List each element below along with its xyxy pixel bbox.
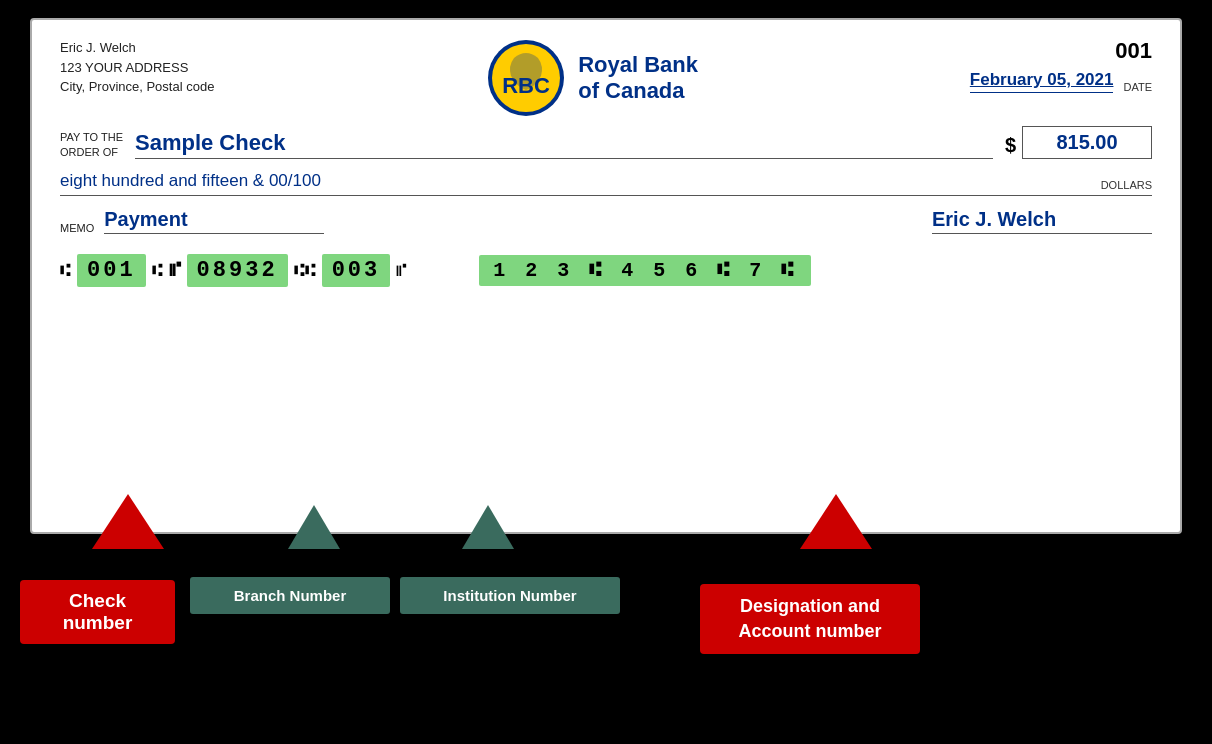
date-label: DATE	[1123, 81, 1152, 93]
memo-label: MEMO	[60, 222, 94, 234]
check-number-arrow	[92, 494, 164, 549]
amount-wrapper: $ 815.00	[1005, 126, 1152, 159]
micr-check-number: 001	[77, 254, 146, 287]
payee-line: Sample Check	[135, 130, 993, 159]
written-amount: eight hundred and fifteen & 00/100	[60, 171, 321, 191]
institution-arrow	[462, 505, 514, 549]
account-holder-address: Eric J. Welch 123 YOUR ADDRESS City, Pro…	[60, 38, 214, 97]
micr-line: ⑆ 001 ⑆ ⑈ 08932 ⑆⑆ 003 ⑈ 1 2 3 ⑆ 4 5 6 ⑆…	[60, 254, 1152, 287]
check-header: Eric J. Welch 123 YOUR ADDRESS City, Pro…	[60, 38, 1152, 118]
dollar-sign: $	[1005, 134, 1016, 157]
micr-branch: 08932	[187, 254, 288, 287]
account-label: Designation andAccount number	[700, 584, 920, 654]
micr-symbol-1: ⑆	[60, 261, 71, 281]
account-arrow	[800, 494, 872, 549]
micr-account: 1 2 3 ⑆ 4 5 6 ⑆ 7 ⑆	[479, 255, 811, 286]
micr-symbol-2: ⑆	[152, 261, 163, 281]
micr-symbol-4: ⑈	[396, 261, 407, 281]
check-top-right: 001 February 05, 2021 DATE	[970, 38, 1152, 93]
rbc-logo-icon: RBC	[486, 38, 566, 118]
memo-value: Payment	[104, 208, 187, 230]
bank-logo: RBC Royal Bank of Canada	[486, 38, 698, 118]
written-amount-row: eight hundred and fifteen & 00/100 DOLLA…	[60, 171, 1152, 196]
dollars-label: DOLLARS	[1101, 179, 1152, 191]
memo-row: MEMO Payment Eric J. Welch	[60, 208, 1152, 234]
bank-name-text: Royal Bank of Canada	[578, 52, 698, 105]
payee-name: Sample Check	[135, 130, 285, 155]
institution-label: Institution Number	[400, 577, 620, 614]
pay-to-row: PAY TO THE ORDER OF Sample Check $ 815.0…	[60, 126, 1152, 159]
holder-address-line2: City, Province, Postal code	[60, 77, 214, 97]
pay-to-label: PAY TO THE ORDER OF	[60, 130, 123, 159]
memo-line: Payment	[104, 208, 324, 234]
branch-arrow	[288, 505, 340, 549]
amount-value: 815.00	[1056, 131, 1117, 153]
branch-label: Branch Number	[190, 577, 390, 614]
micr-symbol-3: ⑆⑆	[294, 261, 316, 281]
check-number-display: 001	[1115, 38, 1152, 64]
micr-separator-1: ⑈	[169, 259, 181, 282]
annotation-area	[0, 534, 1212, 744]
check-document: Eric J. Welch 123 YOUR ADDRESS City, Pro…	[30, 18, 1182, 534]
holder-name: Eric J. Welch	[60, 38, 214, 58]
micr-institution: 003	[322, 254, 391, 287]
holder-address-line1: 123 YOUR ADDRESS	[60, 58, 214, 78]
signature-value: Eric J. Welch	[932, 208, 1056, 230]
memo-left: MEMO Payment	[60, 208, 324, 234]
amount-box: 815.00	[1022, 126, 1152, 159]
check-date: February 05, 2021	[970, 70, 1114, 93]
check-number-label: Checknumber	[20, 580, 175, 644]
signature-line: Eric J. Welch	[932, 208, 1152, 234]
